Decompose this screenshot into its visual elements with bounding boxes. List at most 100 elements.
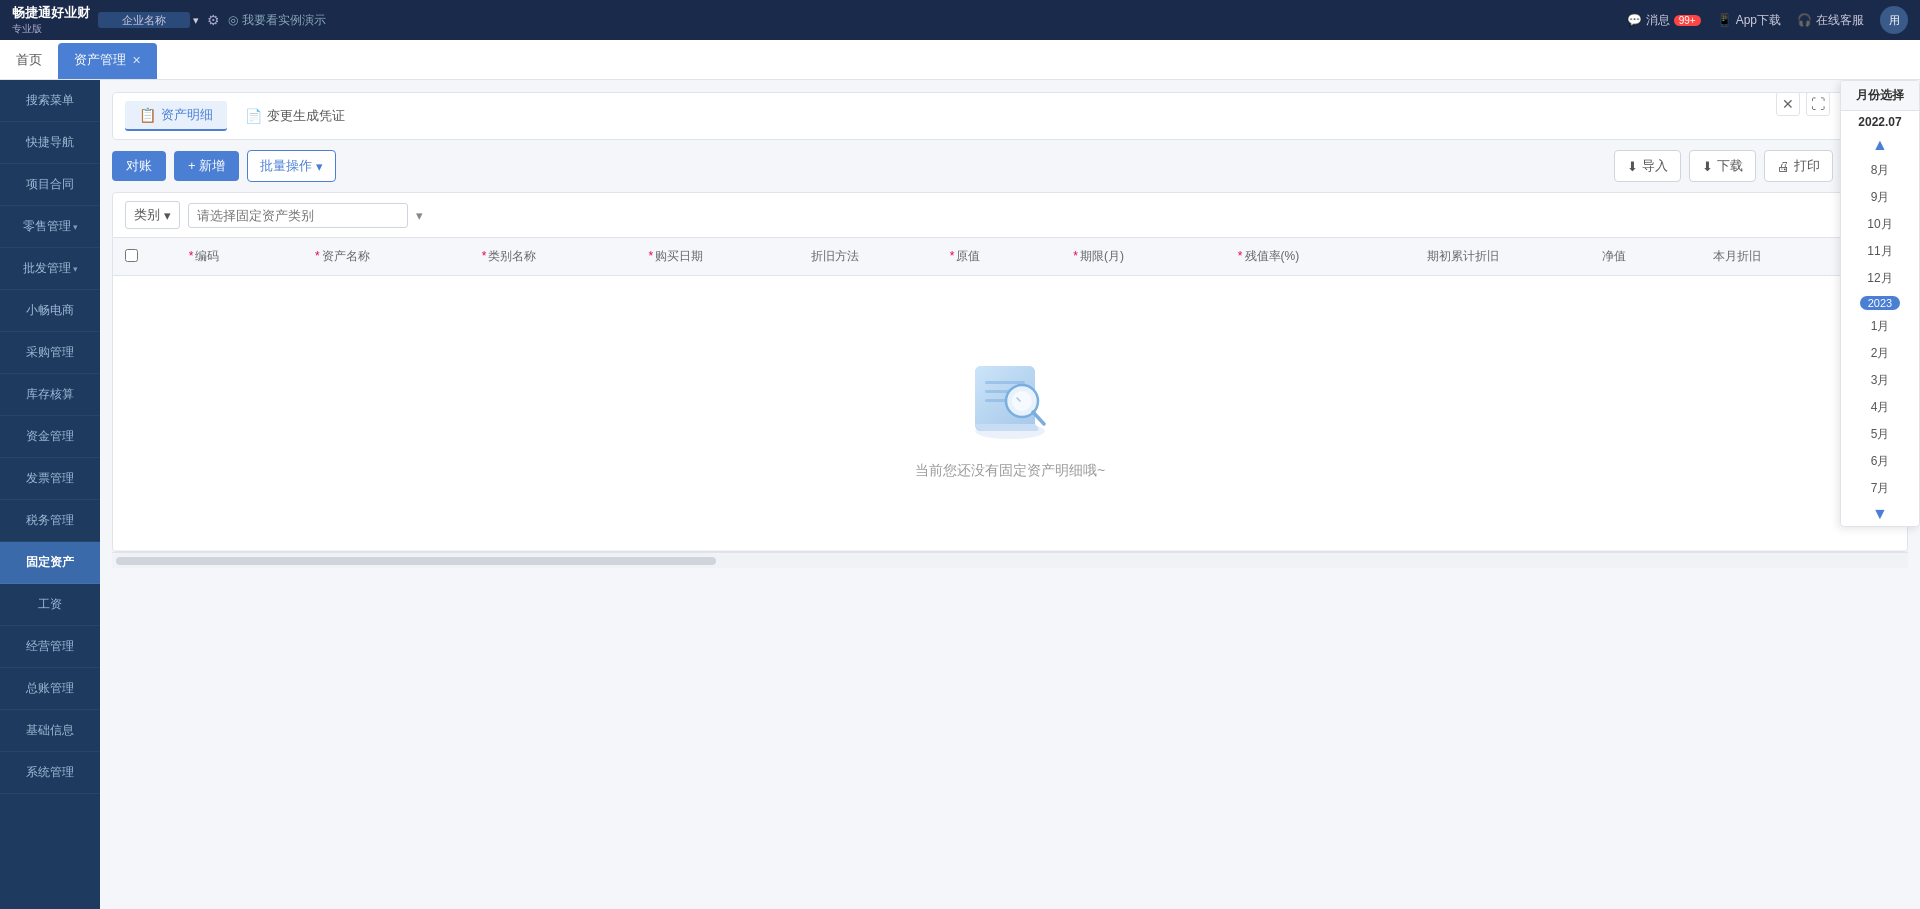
sidebar-item-purchase[interactable]: 采购管理 <box>0 332 100 374</box>
month-item-12[interactable]: 12月 <box>1841 265 1919 292</box>
month-panel-header: 月份选择 <box>1841 81 1919 111</box>
wholesale-arrow-icon: ▾ <box>73 264 78 274</box>
sidebar-item-tax[interactable]: 税务管理 <box>0 500 100 542</box>
online-service-button[interactable]: 🎧 在线客服 <box>1797 12 1864 29</box>
sidebar-item-project-contract[interactable]: 项目合同 <box>0 164 100 206</box>
demo-button[interactable]: ◎ 我要看实例演示 <box>228 12 326 29</box>
month-item-11[interactable]: 11月 <box>1841 238 1919 265</box>
month-item-3[interactable]: 3月 <box>1841 367 1919 394</box>
month-item-2[interactable]: 2月 <box>1841 340 1919 367</box>
sidebar-item-fund[interactable]: 资金管理 <box>0 416 100 458</box>
sidebar: 搜索菜单 快捷导航 项目合同 零售管理 ▾ 批发管理 ▾ 小畅电商 采购管理 库… <box>0 80 100 909</box>
col-original-value: *原值 <box>910 238 1020 276</box>
toolbar: 对账 + 新增 批量操作 ▾ ⬇ 导入 ⬇ 下载 🖨 <box>112 150 1908 182</box>
select-all-checkbox[interactable] <box>125 249 138 262</box>
retail-arrow-icon: ▾ <box>73 222 78 232</box>
sidebar-item-system[interactable]: 系统管理 <box>0 752 100 794</box>
top-bar: 畅捷通好业财 专业版 企业名称 ▾ ⚙ ◎ 我要看实例演示 💬 消息 99+ 📱… <box>0 0 1920 40</box>
panel-controls: ✕ ⛶ <box>1776 92 1830 116</box>
brand-logo: 畅捷通好业财 专业版 <box>12 4 90 36</box>
month-item-4[interactable]: 4月 <box>1841 394 1919 421</box>
message-button[interactable]: 💬 消息 99+ <box>1627 12 1701 29</box>
month-item-9[interactable]: 9月 <box>1841 184 1919 211</box>
print-button[interactable]: 🖨 打印 <box>1764 150 1833 182</box>
app-download-button[interactable]: 📱 App下载 <box>1717 12 1781 29</box>
panel-close-button[interactable]: ✕ <box>1776 92 1800 116</box>
sub-tab-change-voucher[interactable]: 📄 变更生成凭证 <box>231 102 359 130</box>
sidebar-item-basic-info[interactable]: 基础信息 <box>0 710 100 752</box>
filter-bar: 类别 ▾ ▾ <box>112 192 1908 238</box>
svg-point-7 <box>1012 391 1032 411</box>
sidebar-item-inventory[interactable]: 库存核算 <box>0 374 100 416</box>
sub-tab-asset-detail[interactable]: 📋 资产明细 <box>125 101 227 131</box>
month-item-1[interactable]: 1月 <box>1841 313 1919 340</box>
col-net-value: 净值 <box>1567 238 1661 276</box>
empty-illustration <box>950 346 1070 446</box>
sidebar-item-ecommerce[interactable]: 小畅电商 <box>0 290 100 332</box>
asset-detail-icon: 📋 <box>139 107 156 123</box>
download-button[interactable]: ⬇ 下载 <box>1689 150 1756 182</box>
month-panel: 月份选择 2022.07 ▲ 8月 9月 10月 11月 12月 2023 1月… <box>1840 80 1920 527</box>
batch-dropdown-icon: ▾ <box>316 159 323 174</box>
sidebar-item-salary[interactable]: 工资 <box>0 584 100 626</box>
top-bar-left: 畅捷通好业财 专业版 企业名称 ▾ ⚙ ◎ 我要看实例演示 <box>12 4 326 36</box>
month-item-10[interactable]: 10月 <box>1841 211 1919 238</box>
import-button[interactable]: ⬇ 导入 <box>1614 150 1681 182</box>
year-badge-2023: 2023 <box>1860 296 1900 310</box>
add-button[interactable]: + 新增 <box>174 151 239 181</box>
col-code: *编码 <box>149 238 259 276</box>
month-item-7[interactable]: 7月 <box>1841 475 1919 502</box>
category-select[interactable]: 类别 ▾ <box>125 201 180 229</box>
sidebar-item-wholesale[interactable]: 批发管理 ▾ <box>0 248 100 290</box>
tab-close-icon[interactable]: ✕ <box>132 54 141 67</box>
empty-text: 当前您还没有固定资产明细哦~ <box>915 462 1105 480</box>
tab-asset-management[interactable]: 资产管理 ✕ <box>58 43 157 79</box>
sidebar-item-retail[interactable]: 零售管理 ▾ <box>0 206 100 248</box>
panel-expand-button[interactable]: ⛶ <box>1806 92 1830 116</box>
user-avatar[interactable]: 用 <box>1880 6 1908 34</box>
change-voucher-icon: 📄 <box>245 108 262 124</box>
month-item-5[interactable]: 5月 <box>1841 421 1919 448</box>
scrollbar-thumb[interactable] <box>116 557 716 565</box>
nav-tabs: 首页 资产管理 ✕ <box>0 40 1920 80</box>
sub-tabs-bar: 📋 资产明细 📄 变更生成凭证 <box>112 92 1908 140</box>
col-purchase-date: *购买日期 <box>592 238 759 276</box>
category-search-input[interactable] <box>188 203 408 228</box>
download-icon: ⬇ <box>1702 159 1713 174</box>
print-icon: 🖨 <box>1777 159 1790 174</box>
col-name: *资产名称 <box>259 238 426 276</box>
category-arrow-icon: ▾ <box>164 208 171 223</box>
col-residual-rate: *残值率(%) <box>1177 238 1359 276</box>
col-category: *类别名称 <box>426 238 593 276</box>
company-dropdown[interactable]: 企业名称 ▾ <box>98 13 199 28</box>
month-next-button[interactable]: ▼ <box>1841 502 1919 526</box>
sidebar-item-general-ledger[interactable]: 总账管理 <box>0 668 100 710</box>
month-prev-button[interactable]: ▲ <box>1841 133 1919 157</box>
col-monthly-depreciation: 本月折旧 <box>1662 238 1813 276</box>
col-accumulated-depreciation: 期初累计折旧 <box>1360 238 1568 276</box>
col-depreciation-method: 折旧方法 <box>759 238 910 276</box>
reconcile-button[interactable]: 对账 <box>112 151 166 181</box>
month-item-6[interactable]: 6月 <box>1841 448 1919 475</box>
table-header-row: *编码 *资产名称 *类别名称 *购买日期 折旧方法 *原值 *期限(月) *残… <box>113 238 1907 276</box>
month-item-8[interactable]: 8月 <box>1841 157 1919 184</box>
settings-icon[interactable]: ⚙ <box>207 12 220 28</box>
tab-home[interactable]: 首页 <box>0 43 58 79</box>
horizontal-scrollbar[interactable] <box>112 552 1908 568</box>
empty-state: 当前您还没有固定资产明细哦~ <box>121 286 1899 540</box>
svg-rect-3 <box>985 381 1025 384</box>
batch-button[interactable]: 批量操作 ▾ <box>247 150 336 182</box>
sidebar-item-invoice[interactable]: 发票管理 <box>0 458 100 500</box>
sidebar-item-quick-nav[interactable]: 快捷导航 <box>0 122 100 164</box>
main-layout: 搜索菜单 快捷导航 项目合同 零售管理 ▾ 批发管理 ▾ 小畅电商 采购管理 库… <box>0 80 1920 909</box>
current-year-label: 2022.07 <box>1841 111 1919 133</box>
sidebar-item-management[interactable]: 经营管理 <box>0 626 100 668</box>
content-area: 📋 资产明细 📄 变更生成凭证 对账 + 新增 批量操作 ▾ ⬇ <box>100 80 1920 909</box>
top-bar-right: 💬 消息 99+ 📱 App下载 🎧 在线客服 用 <box>1627 6 1908 34</box>
import-icon: ⬇ <box>1627 159 1638 174</box>
sidebar-item-search-menu[interactable]: 搜索菜单 <box>0 80 100 122</box>
col-period: *期限(月) <box>1020 238 1177 276</box>
asset-table: *编码 *资产名称 *类别名称 *购买日期 折旧方法 *原值 *期限(月) *残… <box>112 238 1908 552</box>
sidebar-item-fixed-assets[interactable]: 固定资产 <box>0 542 100 584</box>
category-dropdown-icon: ▾ <box>416 208 423 223</box>
